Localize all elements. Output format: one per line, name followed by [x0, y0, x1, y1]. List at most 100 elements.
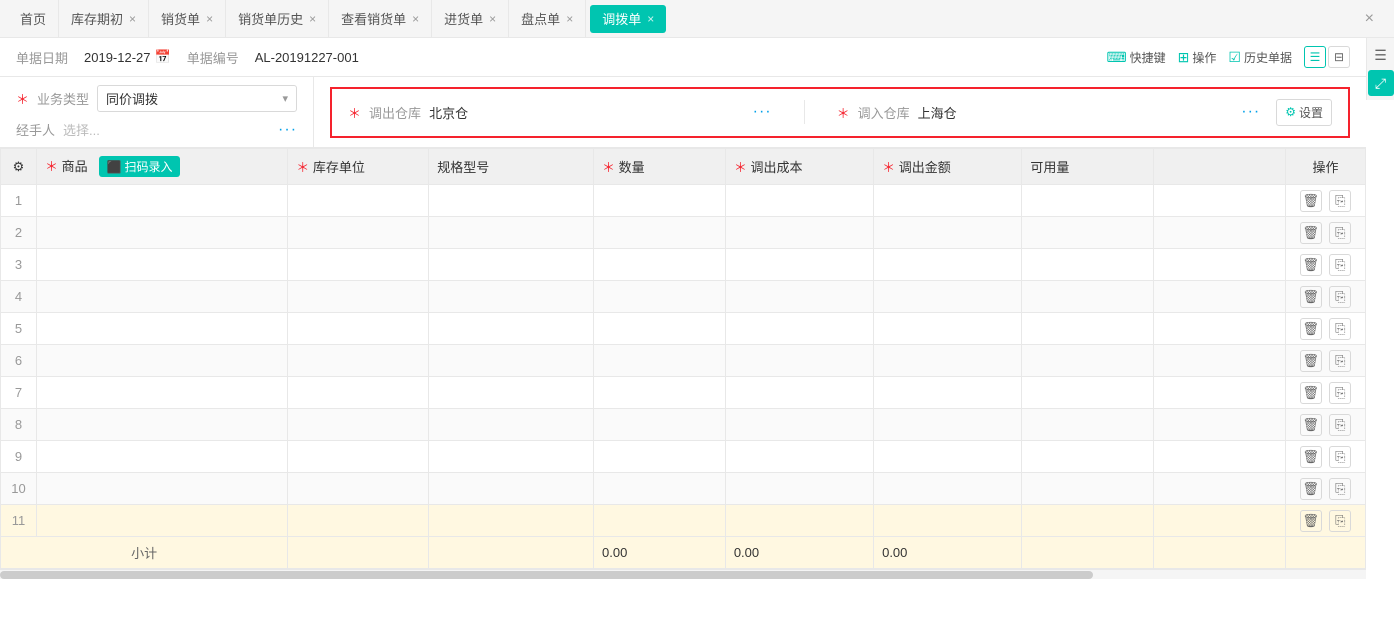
product-2[interactable]: [37, 217, 288, 249]
shortcuts-button[interactable]: ⌨ 快捷键: [1106, 49, 1165, 66]
spec-11[interactable]: [429, 505, 594, 537]
list-view-button[interactable]: ☰: [1304, 46, 1326, 68]
amount-4[interactable]: [874, 281, 1022, 313]
amount-2[interactable]: [874, 217, 1022, 249]
copy-icon-5[interactable]: ⎘: [1329, 318, 1351, 340]
close-transfer-order[interactable]: ×: [647, 12, 654, 26]
copy-icon-7[interactable]: ⎘: [1329, 382, 1351, 404]
copy-icon-4[interactable]: ⎘: [1329, 286, 1351, 308]
delete-icon-2[interactable]: 🗑: [1300, 222, 1322, 244]
spec-1[interactable]: [429, 185, 594, 217]
delete-icon-1[interactable]: 🗑: [1300, 190, 1322, 212]
sidebar-list-icon[interactable]: ☰: [1368, 42, 1394, 68]
cost-8[interactable]: [725, 409, 873, 441]
delete-icon-8[interactable]: 🗑: [1300, 414, 1322, 436]
table-wrapper[interactable]: ⚙ ＊ 商品 ⬛ 扫码录入 ＊ 库存单位: [0, 148, 1366, 634]
spec-2[interactable]: [429, 217, 594, 249]
delete-icon-9[interactable]: 🗑: [1300, 446, 1322, 468]
copy-icon-2[interactable]: ⎘: [1329, 222, 1351, 244]
spec-6[interactable]: [429, 345, 594, 377]
copy-icon-1[interactable]: ⎘: [1329, 190, 1351, 212]
operations-button[interactable]: ⊞ 操作: [1178, 49, 1217, 66]
available-4[interactable]: [1022, 281, 1154, 313]
qty-8[interactable]: [594, 409, 726, 441]
cost-10[interactable]: [725, 473, 873, 505]
in-warehouse-select[interactable]: ···: [1241, 103, 1260, 121]
cost-4[interactable]: [725, 281, 873, 313]
unit-1[interactable]: [288, 185, 429, 217]
close-inventory-check[interactable]: ×: [566, 12, 573, 26]
unit-3[interactable]: [288, 249, 429, 281]
copy-icon-11[interactable]: ⎘: [1329, 510, 1351, 532]
available-9[interactable]: [1022, 441, 1154, 473]
delete-icon-5[interactable]: 🗑: [1300, 318, 1322, 340]
spec-5[interactable]: [429, 313, 594, 345]
spec-4[interactable]: [429, 281, 594, 313]
unit-7[interactable]: [288, 377, 429, 409]
qty-1[interactable]: [594, 185, 726, 217]
sidebar-expand-icon[interactable]: ⤢: [1368, 70, 1394, 96]
product-3[interactable]: [37, 249, 288, 281]
tab-sales-order[interactable]: 销货单 ×: [149, 0, 226, 38]
unit-2[interactable]: [288, 217, 429, 249]
unit-6[interactable]: [288, 345, 429, 377]
cost-7[interactable]: [725, 377, 873, 409]
unit-4[interactable]: [288, 281, 429, 313]
qty-9[interactable]: [594, 441, 726, 473]
tab-view-sales[interactable]: 查看销货单 ×: [329, 0, 432, 38]
delete-icon-6[interactable]: 🗑: [1300, 350, 1322, 372]
close-view-sales[interactable]: ×: [412, 12, 419, 26]
product-4[interactable]: [37, 281, 288, 313]
copy-icon-8[interactable]: ⎘: [1329, 414, 1351, 436]
close-initial-inventory[interactable]: ×: [129, 12, 136, 26]
close-sales-history[interactable]: ×: [309, 12, 316, 26]
product-10[interactable]: [37, 473, 288, 505]
cost-5[interactable]: [725, 313, 873, 345]
spec-8[interactable]: [429, 409, 594, 441]
product-6[interactable]: [37, 345, 288, 377]
amount-1[interactable]: [874, 185, 1022, 217]
qty-3[interactable]: [594, 249, 726, 281]
product-7[interactable]: [37, 377, 288, 409]
cost-3[interactable]: [725, 249, 873, 281]
spec-9[interactable]: [429, 441, 594, 473]
calendar-icon[interactable]: 📅: [155, 49, 171, 65]
available-7[interactable]: [1022, 377, 1154, 409]
available-5[interactable]: [1022, 313, 1154, 345]
unit-5[interactable]: [288, 313, 429, 345]
tab-sales-history[interactable]: 销货单历史 ×: [226, 0, 329, 38]
out-warehouse-select[interactable]: ···: [753, 103, 772, 121]
available-3[interactable]: [1022, 249, 1154, 281]
qty-10[interactable]: [594, 473, 726, 505]
product-9[interactable]: [37, 441, 288, 473]
qty-7[interactable]: [594, 377, 726, 409]
unit-11[interactable]: [288, 505, 429, 537]
product-5[interactable]: [37, 313, 288, 345]
available-8[interactable]: [1022, 409, 1154, 441]
available-2[interactable]: [1022, 217, 1154, 249]
product-8[interactable]: [37, 409, 288, 441]
tab-purchase-order[interactable]: 进货单 ×: [432, 0, 509, 38]
available-10[interactable]: [1022, 473, 1154, 505]
spec-3[interactable]: [429, 249, 594, 281]
close-purchase-order[interactable]: ×: [489, 12, 496, 26]
qty-5[interactable]: [594, 313, 726, 345]
unit-8[interactable]: [288, 409, 429, 441]
close-sales-order[interactable]: ×: [206, 12, 213, 26]
cost-11[interactable]: [725, 505, 873, 537]
spec-7[interactable]: [429, 377, 594, 409]
history-button[interactable]: ☑ 历史单据: [1228, 49, 1292, 66]
amount-8[interactable]: [874, 409, 1022, 441]
delete-icon-7[interactable]: 🗑: [1300, 382, 1322, 404]
cost-9[interactable]: [725, 441, 873, 473]
amount-10[interactable]: [874, 473, 1022, 505]
product-1[interactable]: [37, 185, 288, 217]
copy-icon-3[interactable]: ⎘: [1329, 254, 1351, 276]
horizontal-scrollbar[interactable]: [0, 569, 1366, 579]
unit-10[interactable]: [288, 473, 429, 505]
grid-view-button[interactable]: ⊟: [1328, 46, 1350, 68]
handler-dots[interactable]: ···: [278, 121, 297, 139]
qty-4[interactable]: [594, 281, 726, 313]
tab-home[interactable]: 首页: [8, 0, 59, 38]
delete-icon-4[interactable]: 🗑: [1300, 286, 1322, 308]
